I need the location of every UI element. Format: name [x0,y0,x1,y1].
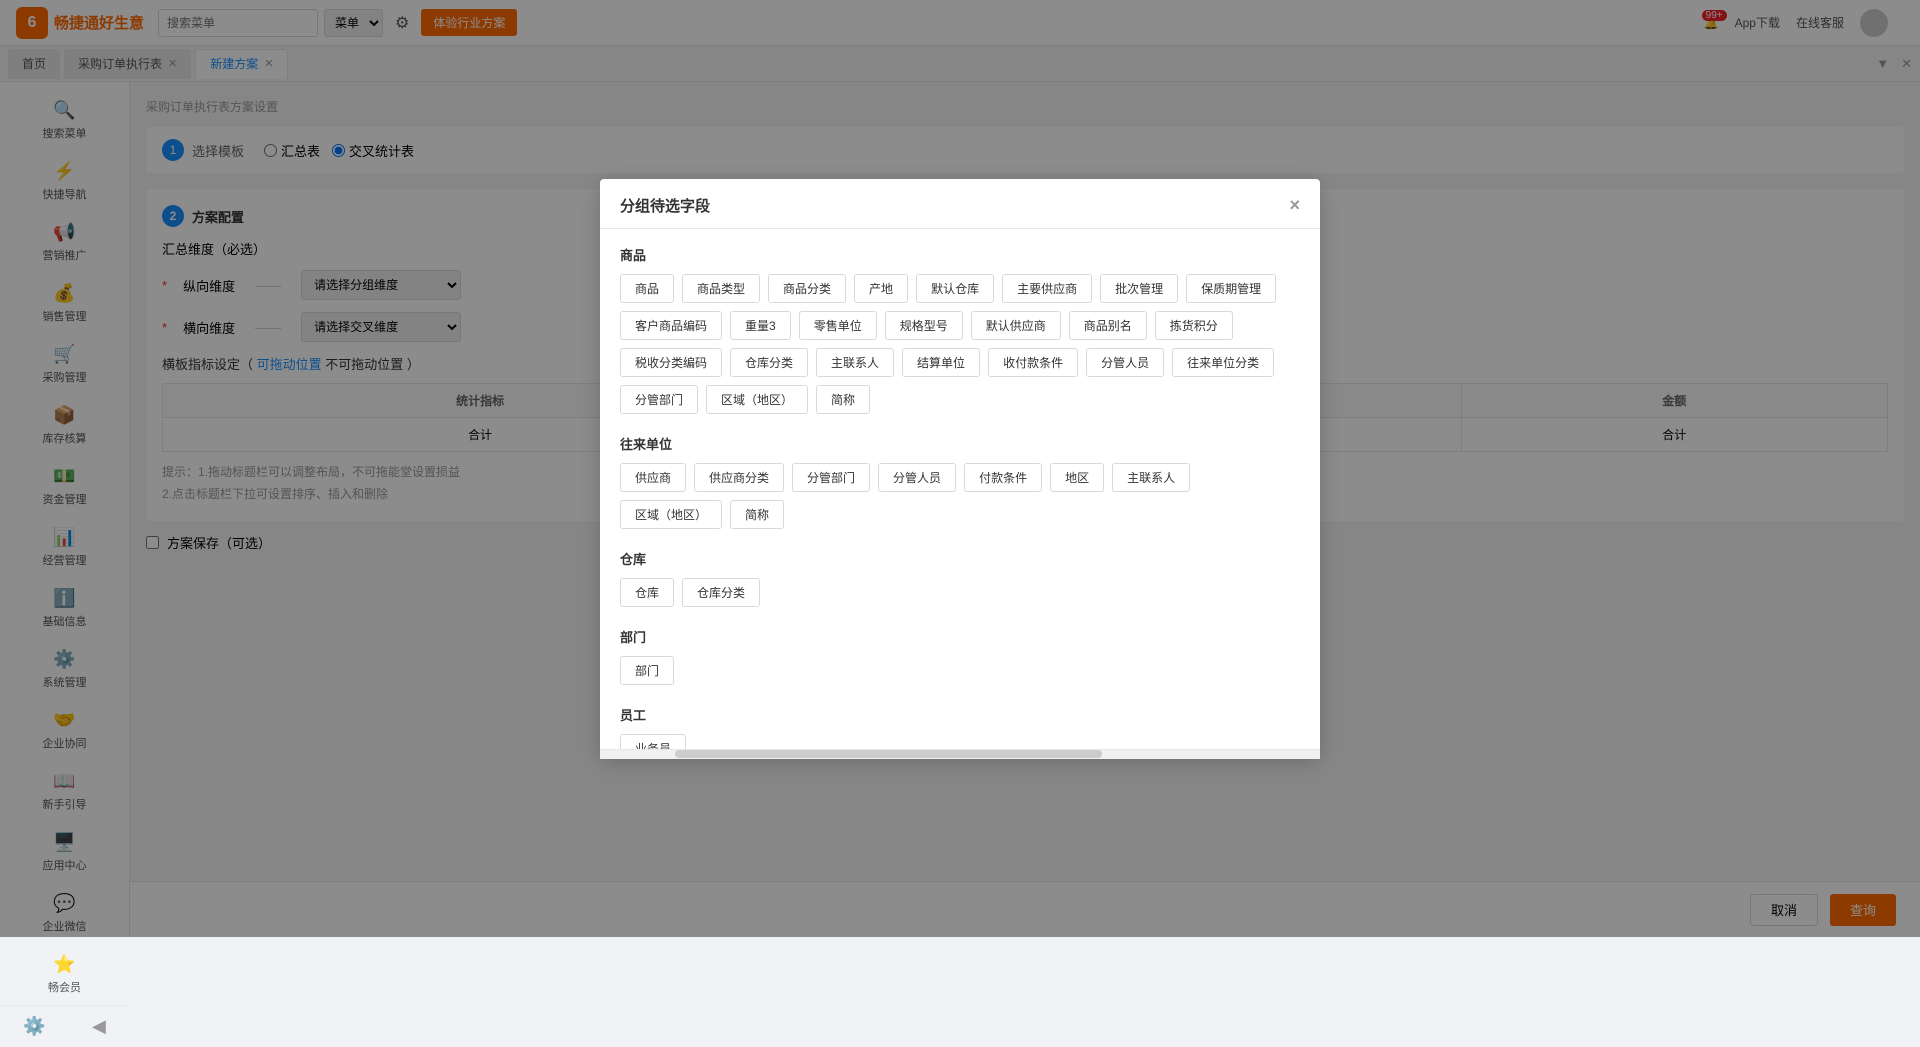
field-tag-0-21[interactable]: 往来单位分类 [1172,348,1274,377]
field-tag-0-19[interactable]: 收付款条件 [988,348,1078,377]
field-tag-1-6[interactable]: 主联系人 [1112,463,1190,492]
sidebar-item-member[interactable]: ⭐ 畅会员 [0,944,129,1005]
field-tag-0-1[interactable]: 商品类型 [682,274,760,303]
field-tag-2-1[interactable]: 仓库分类 [682,578,760,607]
field-tag-0-10[interactable]: 零售单位 [799,311,877,340]
field-tag-0-11[interactable]: 规格型号 [885,311,963,340]
field-tag-0-9[interactable]: 重量3 [730,311,791,340]
field-tag-0-15[interactable]: 税收分类编码 [620,348,722,377]
modal-scrollbar[interactable] [600,749,1320,759]
field-tag-0-16[interactable]: 仓库分类 [730,348,808,377]
modal-title: 分组待选字段 [620,195,710,216]
field-tag-2-0[interactable]: 仓库 [620,578,674,607]
field-category-0: 商品商品商品类型商品分类产地默认仓库主要供应商批次管理保质期管理客户商品编码重量… [620,245,1300,414]
member-icon: ⭐ [53,954,75,975]
field-tags-2: 仓库仓库分类 [620,578,1300,607]
field-tag-1-5[interactable]: 地区 [1050,463,1104,492]
modal: 分组待选字段 × 商品商品商品类型商品分类产地默认仓库主要供应商批次管理保质期管… [600,179,1320,759]
field-category-title-4: 员工 [620,705,1300,724]
field-tag-0-23[interactable]: 区域（地区） [706,385,808,414]
field-tag-0-20[interactable]: 分管人员 [1086,348,1164,377]
field-category-title-0: 商品 [620,245,1300,264]
field-tags-1: 供应商供应商分类分管部门分管人员付款条件地区主联系人区域（地区） 简称 [620,463,1300,529]
field-tag-4-0[interactable]: 业务员 [620,734,686,749]
field-tag-0-0[interactable]: 商品 [620,274,674,303]
field-tag-0-8[interactable]: 客户商品编码 [620,311,722,340]
modal-scrollbar-thumb[interactable] [675,750,1102,758]
field-tags-4: 业务员 [620,734,1300,749]
field-tag-3-0[interactable]: 部门 [620,656,674,685]
field-tag-0-24[interactable]: 简称 [816,385,870,414]
field-tag-1-8[interactable]: 简称 [730,500,784,529]
modal-header: 分组待选字段 × [600,179,1320,229]
field-tag-0-18[interactable]: 结算单位 [902,348,980,377]
field-tag-1-0[interactable]: 供应商 [620,463,686,492]
sidebar-settings-icon[interactable]: ⚙️ [23,1016,45,1037]
field-tag-1-2[interactable]: 分管部门 [792,463,870,492]
field-tag-0-22[interactable]: 分管部门 [620,385,698,414]
field-tag-0-6[interactable]: 批次管理 [1100,274,1178,303]
field-tag-0-2[interactable]: 商品分类 [768,274,846,303]
field-tag-0-14[interactable]: 拣货积分 [1155,311,1233,340]
field-category-title-2: 仓库 [620,549,1300,568]
field-category-3: 部门部门 [620,627,1300,685]
field-tag-0-13[interactable]: 商品别名 [1069,311,1147,340]
field-tag-0-17[interactable]: 主联系人 [816,348,894,377]
field-tag-0-3[interactable]: 产地 [854,274,908,303]
field-tags-0: 商品商品类型商品分类产地默认仓库主要供应商批次管理保质期管理客户商品编码重量3 零… [620,274,1300,414]
field-tag-0-7[interactable]: 保质期管理 [1186,274,1276,303]
field-category-1: 往来单位供应商供应商分类分管部门分管人员付款条件地区主联系人区域（地区） 简称 [620,434,1300,529]
sidebar-bottom: ⚙️ ◀ [0,1005,129,1047]
field-category-2: 仓库仓库仓库分类 [620,549,1300,607]
field-tag-0-12[interactable]: 默认供应商 [971,311,1061,340]
field-tag-1-4[interactable]: 付款条件 [964,463,1042,492]
field-tag-1-3[interactable]: 分管人员 [878,463,956,492]
sidebar-collapse-icon[interactable]: ◀ [92,1016,106,1037]
field-category-title-1: 往来单位 [620,434,1300,453]
field-tags-3: 部门 [620,656,1300,685]
field-tag-1-7[interactable]: 区域（地区） [620,500,722,529]
field-tag-0-4[interactable]: 默认仓库 [916,274,994,303]
field-category-title-3: 部门 [620,627,1300,646]
field-tag-1-1[interactable]: 供应商分类 [694,463,784,492]
modal-close-button[interactable]: × [1289,195,1300,216]
modal-overlay: 分组待选字段 × 商品商品商品类型商品分类产地默认仓库主要供应商批次管理保质期管… [0,0,1920,937]
field-category-4: 员工业务员 [620,705,1300,749]
field-tag-0-5[interactable]: 主要供应商 [1002,274,1092,303]
sidebar-item-label-member: 畅会员 [48,979,81,995]
modal-body: 商品商品商品类型商品分类产地默认仓库主要供应商批次管理保质期管理客户商品编码重量… [600,229,1320,749]
